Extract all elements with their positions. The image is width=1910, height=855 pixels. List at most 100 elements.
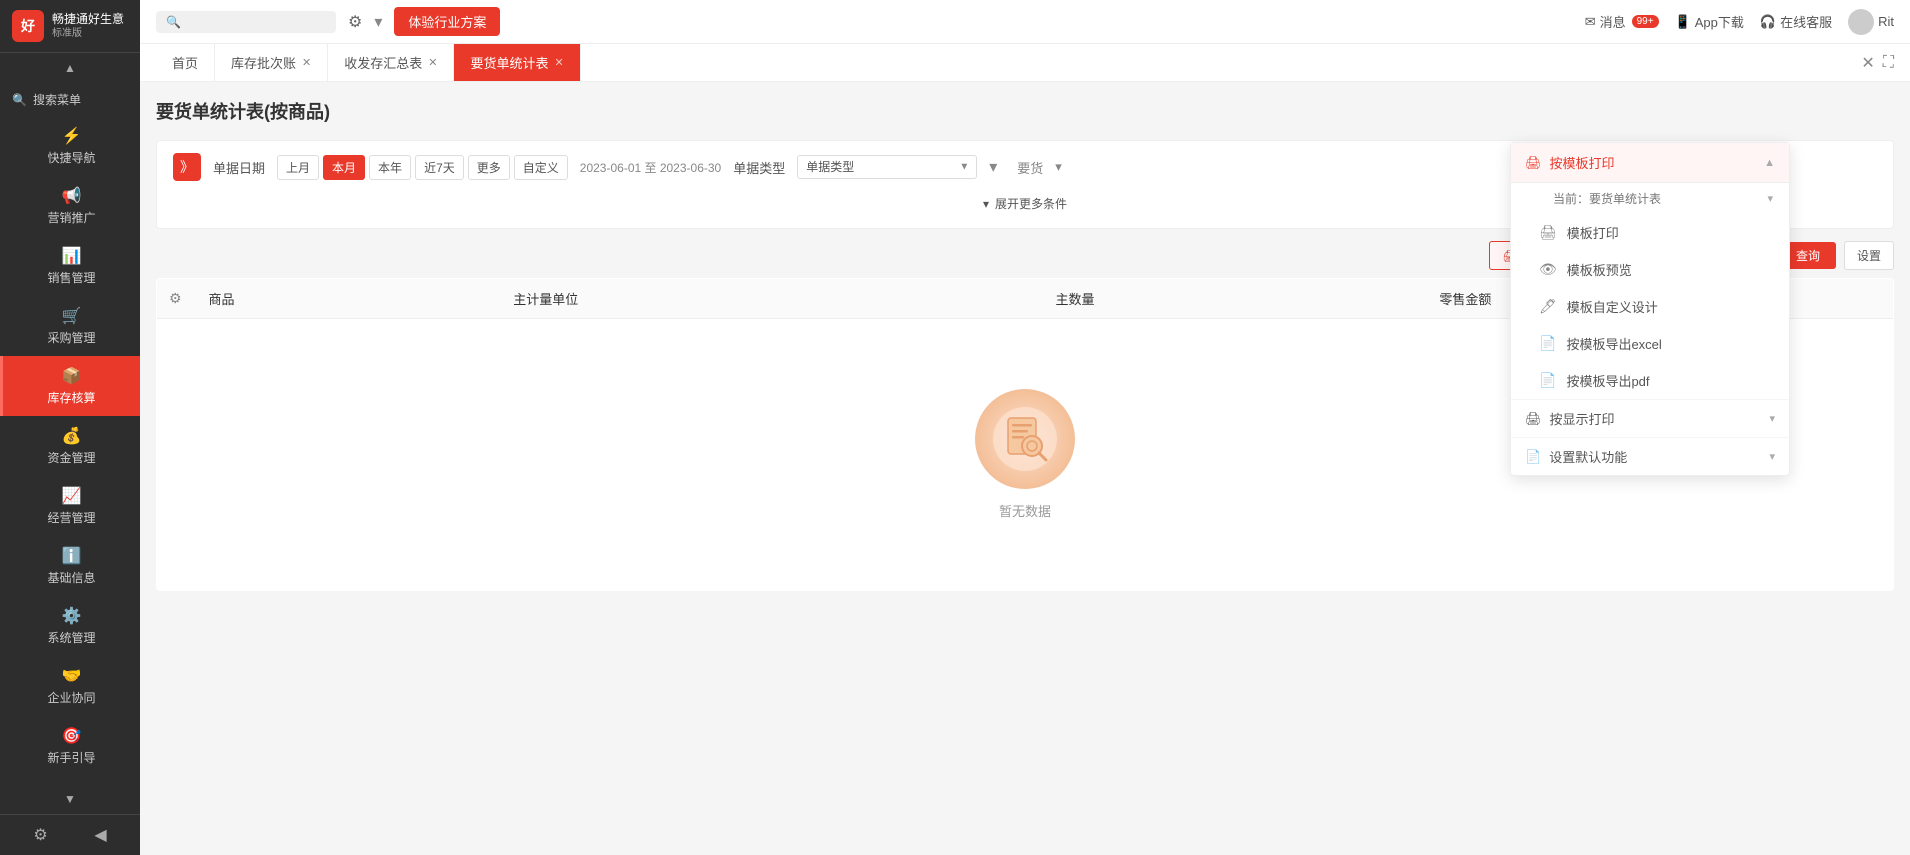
print-dropdown-chevron[interactable]: ▲: [1764, 157, 1775, 169]
template-print-item[interactable]: 🖨 模板打印: [1511, 214, 1789, 251]
date-btn-7days[interactable]: 近7天: [415, 155, 464, 180]
main-area: 🔍 ⚙ ▾ 体验行业方案 ✉ 消息 99+ 📱 App下载 🎧 在线客服 Rit: [140, 0, 1910, 855]
empty-icon: [975, 389, 1075, 489]
expand-arrow-icon: ▾: [983, 197, 989, 211]
col-header-quantity: 主数量: [1043, 279, 1427, 319]
date-options: 上月 本月 本年 近7天 更多 自定义: [277, 155, 568, 180]
current-template-label: 当前：要货单统计表: [1553, 190, 1661, 207]
template-custom-item[interactable]: 🖊 模板自定义设计: [1511, 288, 1789, 325]
sidebar-item-inventory[interactable]: 📦 库存核算: [0, 356, 140, 416]
date-btn-this-month[interactable]: 本月: [323, 155, 365, 180]
sidebar-collapse-icon[interactable]: ◀: [94, 825, 106, 845]
settings-btn[interactable]: 设置: [1844, 241, 1894, 270]
template-export-excel-item[interactable]: 📄 按模板导出excel: [1511, 325, 1789, 362]
order-type-label: 单据类型: [733, 158, 785, 177]
headset-icon: 🎧: [1760, 14, 1776, 30]
tab-close-order-stats[interactable]: ✕: [555, 56, 564, 69]
sidebar-item-quick-nav[interactable]: ⚡ 快捷导航: [0, 116, 140, 176]
set-default-chevron[interactable]: ▾: [1769, 450, 1775, 463]
template-preview-icon: 👁: [1539, 261, 1557, 278]
display-print-group[interactable]: 🖨 按显示打印 ▾: [1511, 399, 1789, 437]
phone-icon: 📱: [1675, 14, 1691, 30]
template-export-pdf-item[interactable]: 📄 按模板导出pdf: [1511, 362, 1789, 399]
date-btn-this-year[interactable]: 本年: [369, 155, 411, 180]
col-header-product: 商品: [197, 279, 502, 319]
current-template-chevron[interactable]: ▾: [1767, 192, 1773, 205]
sidebar-item-collab[interactable]: 🤝 企业协同: [0, 656, 140, 716]
date-btn-last-month[interactable]: 上月: [277, 155, 319, 180]
sidebar-scroll-up[interactable]: ▲: [60, 57, 80, 79]
sales-icon: 📊: [62, 246, 82, 266]
tab-order-stats[interactable]: 要货单统计表 ✕: [454, 44, 580, 81]
set-default-group[interactable]: 📄 设置默认功能 ▾: [1511, 437, 1789, 475]
sidebar-item-system[interactable]: ⚙️ 系统管理: [0, 596, 140, 656]
display-print-icon: 🖨: [1525, 411, 1542, 427]
filter-expand-btn[interactable]: 》: [173, 153, 201, 181]
collab-icon: 🤝: [62, 666, 82, 686]
sidebar-scroll-down[interactable]: ▼: [60, 788, 80, 810]
display-print-chevron[interactable]: ▾: [1769, 412, 1775, 425]
search-icon: 🔍: [12, 93, 27, 107]
sidebar-item-purchase[interactable]: 🛒 采购管理: [0, 296, 140, 356]
sidebar-item-app-center[interactable]: 📱 应用中心: [0, 776, 140, 784]
empty-text: 暂无数据: [999, 501, 1051, 520]
sidebar-item-marketing[interactable]: 📢 营销推广: [0, 176, 140, 236]
date-btn-more[interactable]: 更多: [468, 155, 510, 180]
current-template-item[interactable]: 当前：要货单统计表 ▾: [1511, 183, 1789, 214]
operations-icon: 📈: [62, 486, 82, 506]
tab-close-receipt-summary[interactable]: ✕: [428, 56, 437, 69]
tab-bar: 首页 库存批次账 ✕ 收发存汇总表 ✕ 要货单统计表 ✕ ✕ ⛶: [140, 44, 1910, 82]
date-label: 单据日期: [213, 158, 265, 177]
order-type-select[interactable]: 单据类型: [797, 155, 977, 179]
page-content: 要货单统计表(按商品) 》 单据日期 上月 本月 本年 近7天 更多 自定义 2…: [140, 82, 1910, 855]
topbar-gear-icon[interactable]: ⚙: [348, 12, 362, 32]
tab-fullscreen-icon[interactable]: ⛶: [1883, 54, 1894, 72]
sidebar-logo: 好 畅捷通好生意 标准版: [0, 0, 140, 53]
export-excel-icon: 📄: [1539, 335, 1556, 352]
set-default-icon: 📄: [1525, 449, 1541, 465]
tab-inventory-batch[interactable]: 库存批次账 ✕: [215, 44, 328, 81]
online-service-btn[interactable]: 🎧 在线客服: [1760, 12, 1832, 31]
topbar-search[interactable]: 🔍: [156, 11, 336, 33]
order-type-select-wrap: 单据类型: [797, 155, 977, 179]
sidebar-settings-icon[interactable]: ⚙: [33, 825, 47, 845]
print-dropdown-header[interactable]: 🖨 按模板打印 ▲: [1511, 143, 1789, 183]
sidebar: 好 畅捷通好生意 标准版 ▲ 🔍 搜索菜单 ⚡ 快捷导航 📢 营销推广 📊 销售…: [0, 0, 140, 855]
filter-more-label: 要货: [1017, 158, 1043, 177]
sidebar-bottom: ⚙ ◀: [0, 814, 140, 855]
sidebar-item-finance[interactable]: 💰 资金管理: [0, 416, 140, 476]
avatar-image: [1848, 9, 1874, 35]
export-pdf-icon: 📄: [1539, 372, 1556, 389]
tab-receipt-summary[interactable]: 收发存汇总表 ✕: [328, 44, 454, 81]
tab-expand-icon[interactable]: ✕: [1861, 53, 1874, 73]
message-icon: ✉: [1585, 14, 1596, 30]
app-download-btn[interactable]: 📱 App下载: [1675, 12, 1744, 31]
sidebar-item-operations[interactable]: 📈 经营管理: [0, 476, 140, 536]
message-btn[interactable]: ✉ 消息 99+: [1585, 12, 1659, 31]
template-print-icon: 🖨: [1539, 224, 1557, 241]
inventory-icon: 📦: [62, 366, 82, 386]
sidebar-item-basic-info[interactable]: ℹ️ 基础信息: [0, 536, 140, 596]
date-range-display: 2023-06-01 至 2023-06-30: [580, 159, 721, 176]
tab-home[interactable]: 首页: [156, 44, 215, 81]
sidebar-item-guide[interactable]: 🎯 新手引导: [0, 716, 140, 776]
basic-info-icon: ℹ️: [62, 546, 82, 566]
table-column-settings-icon[interactable]: ⚙: [169, 290, 182, 306]
page-title: 要货单统计表(按商品): [156, 98, 1894, 124]
order-type-dropdown-icon[interactable]: ▾: [989, 157, 997, 177]
sidebar-search[interactable]: 🔍 搜索菜单: [0, 83, 140, 116]
date-btn-custom[interactable]: 自定义: [514, 155, 568, 180]
filter-more-icon: ▾: [1055, 159, 1062, 175]
tab-close-inventory-batch[interactable]: ✕: [302, 56, 311, 69]
template-preview-item[interactable]: 👁 模板板预览: [1511, 251, 1789, 288]
topbar-dropdown-icon[interactable]: ▾: [374, 12, 382, 32]
sidebar-nav: ⚡ 快捷导航 📢 营销推广 📊 销售管理 🛒 采购管理 📦 库存核算 💰 资金管…: [0, 116, 140, 784]
print-dropdown-panel: 🖨 按模板打印 ▲ 当前：要货单统计表 ▾ 🖨 模板打印 👁 模板板预览 🖊 模: [1510, 142, 1790, 476]
print-dropdown-header-icon: 🖨: [1525, 155, 1542, 171]
user-avatar[interactable]: Rit: [1848, 9, 1894, 35]
finance-icon: 💰: [62, 426, 82, 446]
tab-actions: ✕ ⛶: [1861, 53, 1894, 73]
sidebar-item-sales[interactable]: 📊 销售管理: [0, 236, 140, 296]
trial-btn[interactable]: 体验行业方案: [394, 7, 500, 36]
col-header-unit: 主计量单位: [501, 279, 1043, 319]
